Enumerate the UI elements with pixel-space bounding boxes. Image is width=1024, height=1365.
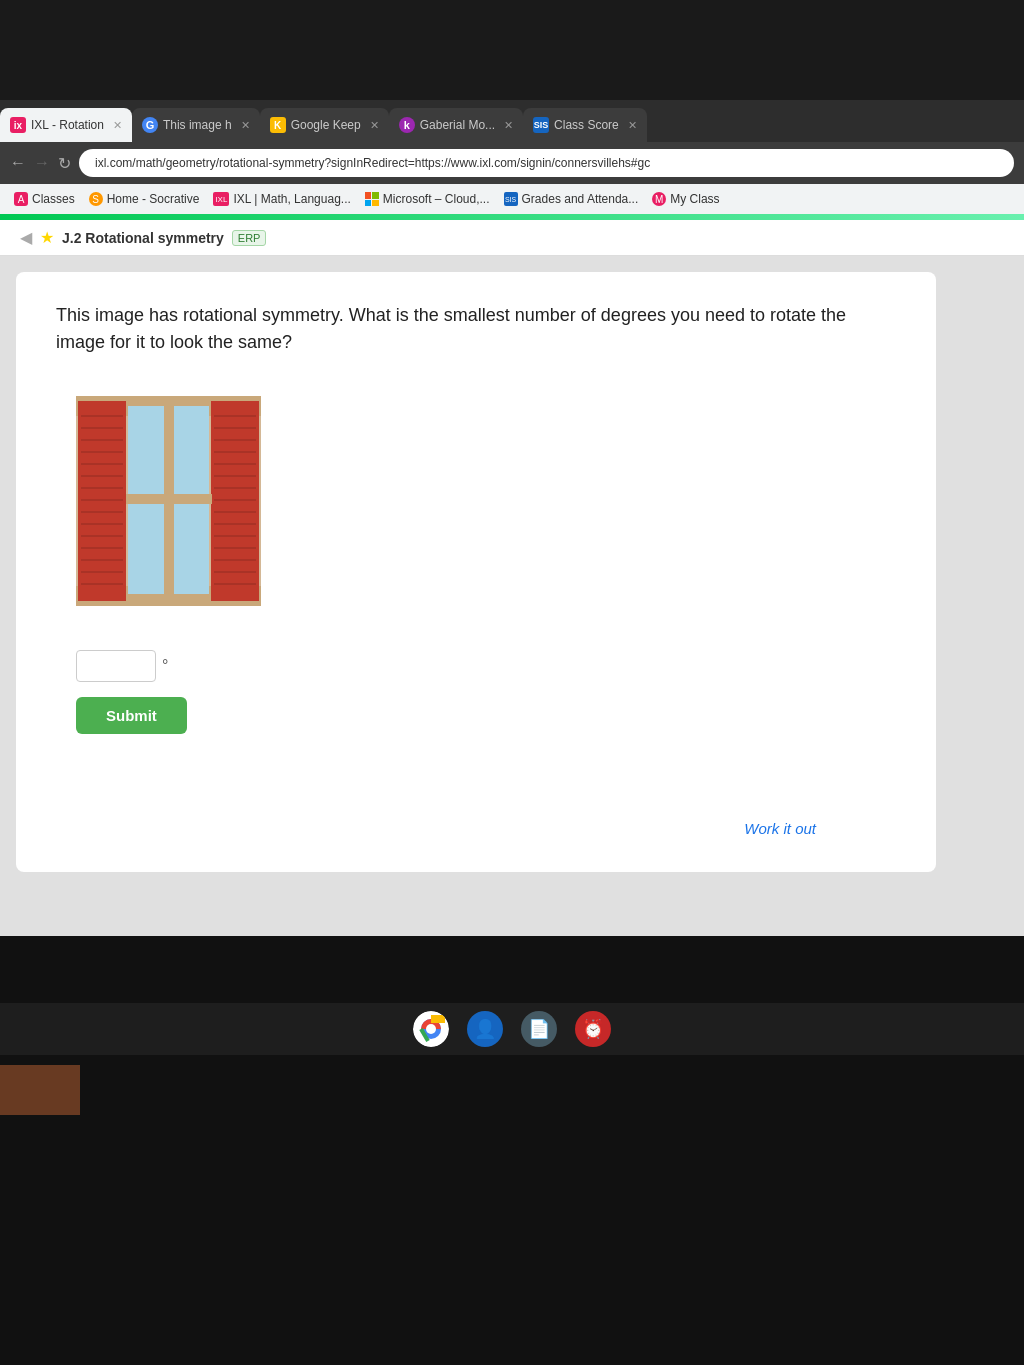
bookmark-microsoft[interactable]: Microsoft – Cloud,... xyxy=(359,190,496,208)
tab-google[interactable]: G This image h ✕ xyxy=(132,108,260,142)
k-tab-icon: k xyxy=(399,117,415,133)
bookmarks-bar: A Classes S Home - Socrative IXL IXL | M… xyxy=(0,184,1024,214)
back-button[interactable]: ← xyxy=(10,154,26,172)
browser-window: ix IXL - Rotation ✕ G This image h ✕ K G… xyxy=(0,0,1024,1365)
microsoft-icon xyxy=(365,192,379,206)
svg-rect-35 xyxy=(128,406,164,496)
svg-rect-38 xyxy=(173,504,209,594)
bookmark-classes[interactable]: A Classes xyxy=(8,190,81,208)
tab-classscore[interactable]: SIS Class Score ✕ xyxy=(523,108,647,142)
address-bar-row: ← → ↻ xyxy=(0,142,1024,184)
answer-input[interactable] xyxy=(76,650,156,682)
degree-symbol: ° xyxy=(162,657,168,675)
question-card: This image has rotational symmetry. What… xyxy=(16,272,936,872)
bookmark-mclass[interactable]: M My Class xyxy=(646,190,725,208)
ixl-bookmark-icon: IXL xyxy=(213,192,229,206)
sis-bookmark-icon: SIS xyxy=(504,192,518,206)
reload-button[interactable]: ↻ xyxy=(58,154,71,173)
bookmark-classes-label: Classes xyxy=(32,192,75,206)
tab-keep-label: Google Keep xyxy=(291,118,361,132)
star-icon[interactable]: ★ xyxy=(40,228,54,247)
bottom-left-rect xyxy=(0,1065,80,1115)
tab-gaberial-label: Gaberial Mo... xyxy=(420,118,495,132)
erp-badge: ERP xyxy=(232,230,267,246)
browser-chrome: ix IXL - Rotation ✕ G This image h ✕ K G… xyxy=(0,100,1024,214)
keep-tab-icon: K xyxy=(270,117,286,133)
tab-gaberial-close[interactable]: ✕ xyxy=(504,119,513,132)
tab-ixl-close[interactable]: ✕ xyxy=(113,119,122,132)
tab-keep[interactable]: K Google Keep ✕ xyxy=(260,108,389,142)
classes-icon: A xyxy=(14,192,28,206)
socrative-icon: S xyxy=(89,192,103,206)
sis-tab-icon: SIS xyxy=(533,117,549,133)
ixl-page: ◀ ★ J.2 Rotational symmetry ERP This ima… xyxy=(0,214,1024,936)
svg-rect-40 xyxy=(126,494,212,504)
tab-bar: ix IXL - Rotation ✕ G This image h ✕ K G… xyxy=(0,100,1024,142)
tab-google-close[interactable]: ✕ xyxy=(241,119,250,132)
illustration-area xyxy=(76,396,261,610)
bookmark-socrative[interactable]: S Home - Socrative xyxy=(83,190,206,208)
svg-rect-36 xyxy=(173,406,209,496)
breadcrumb-text: J.2 Rotational symmetry xyxy=(62,230,224,246)
bookmark-socrative-label: Home - Socrative xyxy=(107,192,200,206)
svg-rect-37 xyxy=(128,504,164,594)
address-input[interactable] xyxy=(79,149,1014,177)
tab-ixl[interactable]: ix IXL - Rotation ✕ xyxy=(0,108,132,142)
user-taskbar-icon[interactable]: 👤 xyxy=(467,1011,503,1047)
files-taskbar-icon[interactable]: 📄 xyxy=(521,1011,557,1047)
bookmark-microsoft-label: Microsoft – Cloud,... xyxy=(383,192,490,206)
question-text: This image has rotational symmetry. What… xyxy=(56,302,896,356)
chrome-taskbar-icon[interactable] xyxy=(413,1011,449,1047)
submit-button[interactable]: Submit xyxy=(76,697,187,734)
tab-google-label: This image h xyxy=(163,118,232,132)
google-tab-icon: G xyxy=(142,117,158,133)
content-area: This image has rotational symmetry. What… xyxy=(0,256,1024,936)
tab-gaberial[interactable]: k Gaberial Mo... ✕ xyxy=(389,108,523,142)
tab-keep-close[interactable]: ✕ xyxy=(370,119,379,132)
mclass-icon: M xyxy=(652,192,666,206)
bookmark-sis-label: Grades and Attenda... xyxy=(522,192,639,206)
ixl-tab-icon: ix xyxy=(10,117,26,133)
svg-point-43 xyxy=(426,1024,436,1034)
answer-area: ° xyxy=(76,650,896,682)
window-svg xyxy=(76,396,261,606)
bookmark-sis[interactable]: SIS Grades and Attenda... xyxy=(498,190,645,208)
nav-arrow-left[interactable]: ◀ xyxy=(20,228,32,247)
work-it-out-link[interactable]: Work it out xyxy=(744,820,816,837)
bookmark-ixl[interactable]: IXL IXL | Math, Languag... xyxy=(207,190,356,208)
tab-ixl-label: IXL - Rotation xyxy=(31,118,104,132)
forward-button[interactable]: → xyxy=(34,154,50,172)
ixl-breadcrumb-bar: ◀ ★ J.2 Rotational symmetry ERP xyxy=(0,220,1024,256)
bookmark-mclass-label: My Class xyxy=(670,192,719,206)
bookmark-ixl-label: IXL | Math, Languag... xyxy=(233,192,350,206)
tab-classscore-label: Class Score xyxy=(554,118,619,132)
clock-taskbar-icon[interactable]: ⏰ xyxy=(575,1011,611,1047)
tab-classscore-close[interactable]: ✕ xyxy=(628,119,637,132)
taskbar: 👤 📄 ⏰ xyxy=(0,1003,1024,1055)
